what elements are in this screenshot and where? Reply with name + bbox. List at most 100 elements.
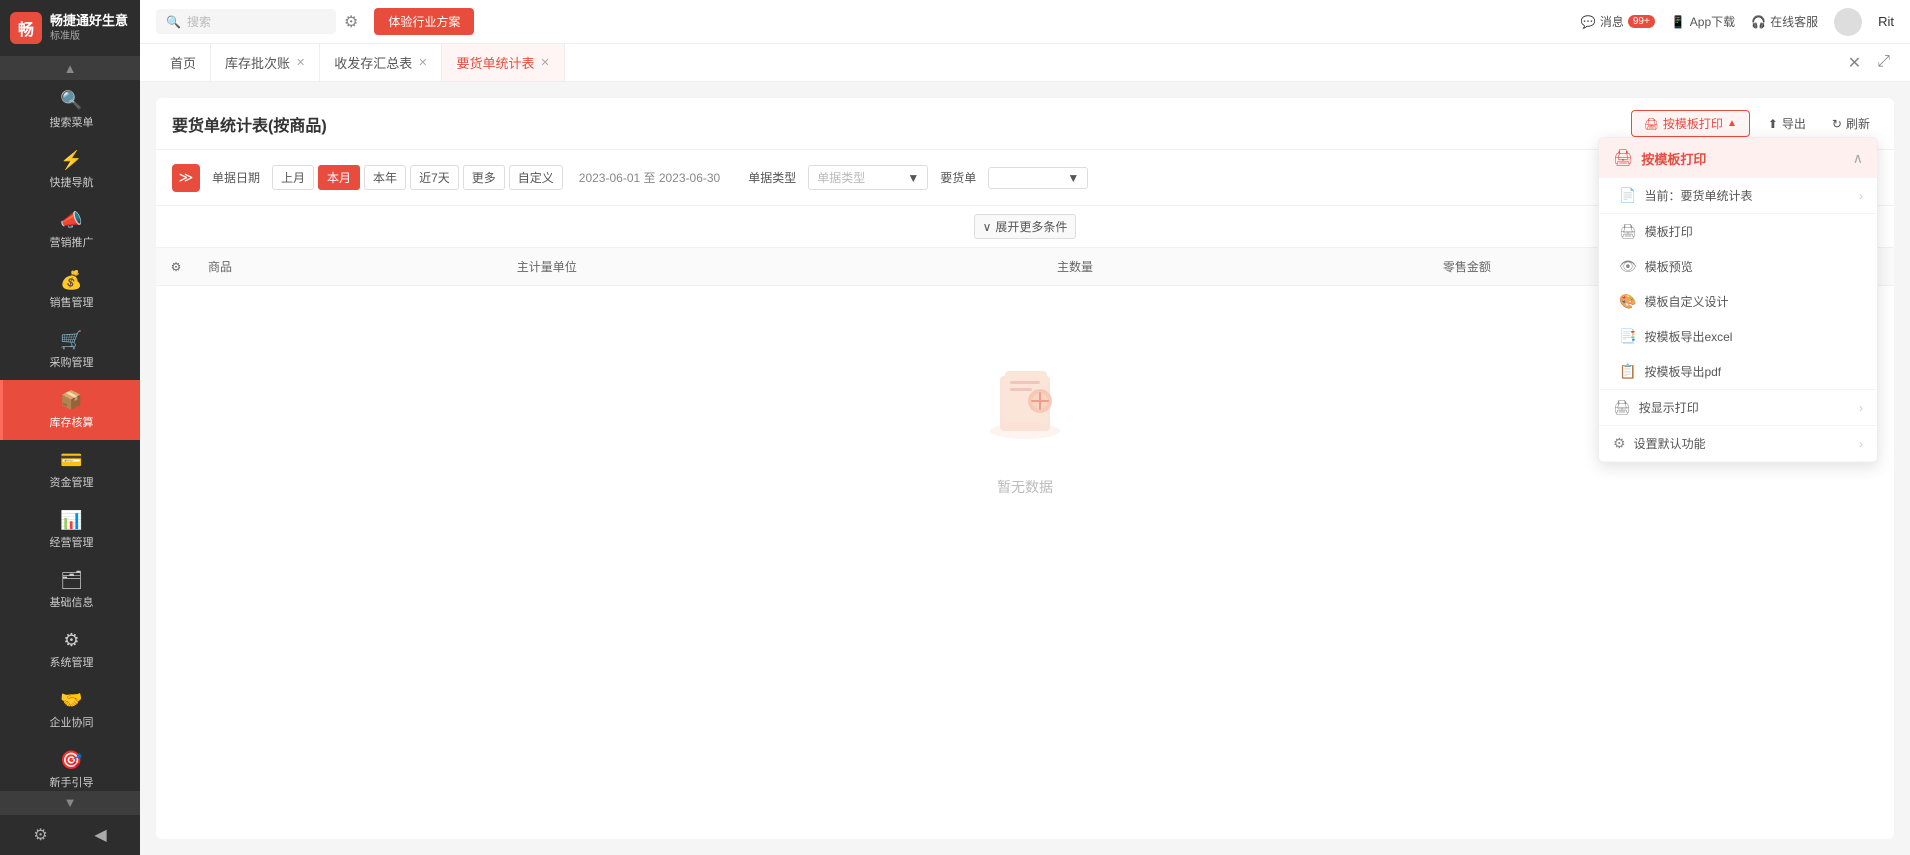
dropdown-default-func-item[interactable]: ⚙ 设置默认功能 › — [1599, 426, 1877, 461]
dropdown-title: 按模板打印 — [1641, 149, 1706, 168]
tab-expand: ✕ ⤢ — [1844, 53, 1894, 73]
default-func-chevron: › — [1859, 437, 1863, 451]
page-actions: 🖨 按模板打印 ▲ ⬆ 导出 ↻ 刷新 — [1631, 110, 1878, 137]
col-qty: 主数量 — [1045, 248, 1431, 286]
tab-inventory-batch[interactable]: 库存批次账✕ — [211, 44, 320, 81]
username-label: Rit — [1878, 14, 1894, 29]
dropdown-close-icon[interactable]: ∧ — [1853, 150, 1863, 167]
online-service-item[interactable]: 🎧 在线客服 — [1751, 13, 1818, 30]
sidebar-scroll-up[interactable]: ▲ — [0, 57, 140, 80]
dropdown-display-print-item[interactable]: 🖨 按显示打印 › — [1599, 390, 1877, 425]
app-download-item[interactable]: 📱 App下载 — [1671, 13, 1735, 30]
headphone-icon: 🎧 — [1751, 15, 1766, 29]
refresh-btn[interactable]: ↻ 刷新 — [1824, 111, 1878, 136]
sidebar: 畅 畅捷通好生意 标准版 ▲ 🔍搜索菜单⚡快捷导航📣营销推广💰销售管理🛒采购管理… — [0, 0, 140, 855]
sidebar-item-purchase[interactable]: 🛒采购管理 — [0, 320, 140, 380]
tab-order-stats[interactable]: 要货单统计表✕ — [442, 44, 564, 81]
display-print-icon: 🖨 — [1613, 399, 1631, 416]
logo-text: 畅捷通好生意 标准版 — [50, 13, 128, 43]
dropdown-export-pdf-item[interactable]: 📋 按模板导出pdf — [1599, 354, 1877, 389]
settings-icon[interactable]: ⚙ — [33, 825, 47, 845]
dropdown-header-left: 🖨 按模板打印 — [1613, 148, 1706, 168]
tab-collection-summary[interactable]: 收发存汇总表✕ — [320, 44, 442, 81]
dropdown-header: 🖨 按模板打印 ∧ — [1599, 138, 1877, 178]
sidebar-item-inventory[interactable]: 📦库存核算 — [0, 380, 140, 440]
operations-icon: 📊 — [60, 510, 82, 531]
dropdown-template-custom-item[interactable]: 🎨 模板自定义设计 — [1599, 284, 1877, 319]
template-print-item-label: 模板打印 — [1645, 223, 1693, 240]
sidebar-logo: 畅 畅捷通好生意 标准版 — [0, 0, 140, 57]
current-month-btn[interactable]: 本月 — [318, 165, 360, 190]
sidebar-item-basic[interactable]: 🗂基础信息 — [0, 560, 140, 620]
sidebar-scroll-down[interactable]: ▼ — [0, 791, 140, 814]
empty-illustration — [975, 346, 1075, 465]
page-title: 要货单统计表(按商品) — [172, 112, 327, 136]
finance-icon: 💳 — [60, 450, 82, 471]
sidebar-item-search[interactable]: 🔍搜索菜单 — [0, 80, 140, 140]
version-label: 标准版 — [50, 30, 128, 43]
sidebar-item-label-newbie: 新手引导 — [50, 774, 94, 790]
user-avatar[interactable] — [1834, 8, 1862, 36]
prev-month-btn[interactable]: 上月 — [272, 165, 314, 190]
topbar-right: 💬 消息 99+ 📱 App下载 🎧 在线客服 Rit — [1581, 8, 1894, 36]
tab-bar: 首页库存批次账✕收发存汇总表✕要货单统计表✕ ✕ ⤢ — [140, 44, 1910, 82]
document-icon: 📄 — [1619, 187, 1636, 204]
expand-more-btn[interactable]: ∨ 展开更多条件 — [974, 214, 1077, 239]
dropdown-export-excel-item[interactable]: 📑 按模板导出excel — [1599, 319, 1877, 354]
current-year-btn[interactable]: 本年 — [364, 165, 406, 190]
dropdown-current-item[interactable]: 📄 当前：要货单统计表 › — [1599, 178, 1877, 213]
sales-icon: 💰 — [60, 270, 82, 291]
page-card: 要货单统计表(按商品) 🖨 按模板打印 ▲ ⬆ 导出 ↻ 刷新 — [156, 98, 1894, 839]
topbar-search[interactable]: 🔍 搜索 — [156, 9, 336, 34]
logo-icon: 畅 — [10, 12, 42, 44]
dropdown-template-print-item[interactable]: 🖨 模板打印 — [1599, 214, 1877, 249]
dropdown-current-section: 📄 当前：要货单统计表 › — [1599, 178, 1877, 214]
sidebar-nav: 🔍搜索菜单⚡快捷导航📣营销推广💰销售管理🛒采购管理📦库存核算💳资金管理 📊 经营管理… — [0, 80, 140, 791]
sidebar-item-operations[interactable]: 📊 经营管理 — [0, 500, 140, 560]
template-print-btn[interactable]: 🖨 按模板打印 ▲ — [1631, 110, 1750, 137]
sidebar-item-finance[interactable]: 💳资金管理 — [0, 440, 140, 500]
export-pdf-icon: 📋 — [1619, 363, 1636, 380]
tab-home[interactable]: 首页 — [156, 44, 211, 81]
industry-btn[interactable]: 体验行业方案 — [374, 8, 474, 35]
online-service-label: 在线客服 — [1770, 13, 1818, 30]
col-settings[interactable]: ⚙ — [156, 248, 196, 286]
tab-close-order-stats[interactable]: ✕ — [541, 56, 550, 69]
sidebar-item-enterprise[interactable]: 🤝企业协同 — [0, 680, 140, 740]
export-btn[interactable]: ⬆ 导出 — [1760, 111, 1814, 136]
more-date-btn[interactable]: 更多 — [463, 165, 505, 190]
order-type-value: 单据类型 — [817, 169, 865, 186]
sidebar-item-newbie[interactable]: 🎯 新手引导 — [0, 740, 140, 791]
order-type-select[interactable]: 单据类型 ▼ — [808, 165, 928, 190]
tab-close-btn[interactable]: ✕ — [1844, 53, 1865, 73]
app-download-icon: 📱 — [1671, 15, 1686, 29]
sidebar-item-sales[interactable]: 💰销售管理 — [0, 260, 140, 320]
content-area: 要货单统计表(按商品) 🖨 按模板打印 ▲ ⬆ 导出 ↻ 刷新 — [140, 82, 1910, 855]
expand-more-label: 展开更多条件 — [995, 218, 1067, 235]
last7days-btn[interactable]: 近7天 — [410, 165, 459, 190]
sidebar-item-system[interactable]: ⚙系统管理 — [0, 620, 140, 680]
custom-date-btn[interactable]: 自定义 — [509, 165, 563, 190]
collapse-icon[interactable]: ◀ — [94, 825, 106, 845]
sidebar-item-label-system: 系统管理 — [50, 654, 94, 670]
sidebar-item-label-operations: 经营管理 — [50, 534, 94, 550]
sidebar-item-marketing[interactable]: 📣营销推广 — [0, 200, 140, 260]
empty-text: 暂无数据 — [997, 477, 1053, 497]
tab-close-collection-summary[interactable]: ✕ — [418, 56, 427, 69]
page-header: 要货单统计表(按商品) 🖨 按模板打印 ▲ ⬆ 导出 ↻ 刷新 — [156, 98, 1894, 150]
dropdown-template-preview-item[interactable]: 👁 模板预览 — [1599, 249, 1877, 284]
order-code-select[interactable]: ▼ — [988, 167, 1088, 189]
export-icon: ⬆ — [1768, 117, 1778, 131]
newbie-icon: 🎯 — [60, 750, 82, 771]
dropdown-current-label: 当前：要货单统计表 — [1644, 187, 1752, 204]
message-item[interactable]: 💬 消息 99+ — [1581, 13, 1655, 30]
sidebar-item-quick-nav[interactable]: ⚡快捷导航 — [0, 140, 140, 200]
expand-icon: ∨ — [983, 220, 992, 234]
export-excel-icon: 📑 — [1619, 328, 1636, 345]
date-filter-label: 单据日期 — [212, 169, 260, 186]
tab-fullscreen-btn[interactable]: ⤢ — [1873, 53, 1894, 73]
tab-close-inventory-batch[interactable]: ✕ — [296, 56, 305, 69]
topbar-gear-icon[interactable]: ⚙ — [344, 12, 358, 32]
filter-toggle-btn[interactable]: ≫ — [172, 164, 200, 192]
default-func-label: 设置默认功能 — [1634, 435, 1706, 452]
